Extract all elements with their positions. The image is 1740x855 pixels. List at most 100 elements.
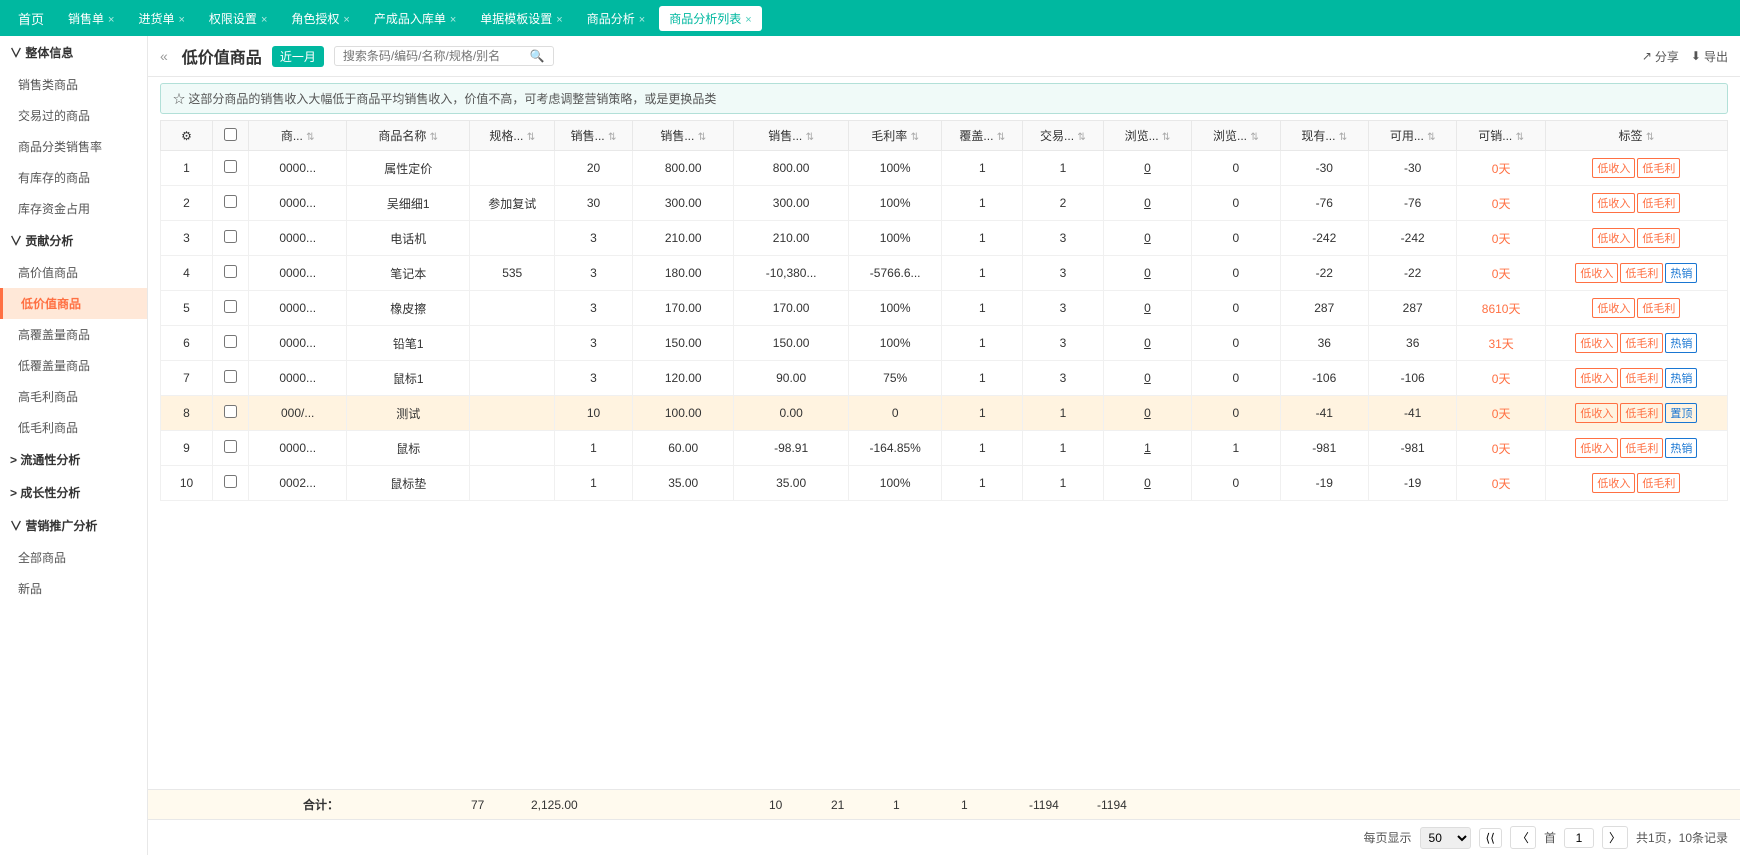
sidebar-item-high-coverage[interactable]: 高覆盖量商品 — [0, 319, 147, 350]
cell-checkbox[interactable] — [213, 221, 249, 256]
sidebar-item-new-goods[interactable]: 新品 — [0, 573, 147, 604]
sidebar-item-high-value[interactable]: 高价值商品 — [0, 257, 147, 288]
close-analysis-list-icon[interactable]: × — [745, 14, 751, 26]
sidebar-item-low-margin[interactable]: 低毛利商品 — [0, 412, 147, 443]
row-checkbox[interactable] — [224, 230, 237, 243]
export-button[interactable]: ⬇ 导出 — [1691, 48, 1728, 65]
cell-checkbox[interactable] — [213, 186, 249, 221]
cell-checkbox[interactable] — [213, 291, 249, 326]
nav-template[interactable]: 单据模板设置× — [470, 6, 572, 31]
browse1-link[interactable]: 0 — [1144, 196, 1151, 210]
cell-browse1[interactable]: 1 — [1103, 431, 1191, 466]
sidebar-group-liquidity[interactable]: > 流通性分析 — [0, 443, 147, 476]
cell-checkbox[interactable] — [213, 396, 249, 431]
col-browse2[interactable]: 浏览... ⇅ — [1192, 121, 1280, 151]
col-spec[interactable]: 规格... ⇅ — [470, 121, 555, 151]
cell-checkbox[interactable] — [213, 256, 249, 291]
first-page-button[interactable]: ⟨⟨ — [1479, 828, 1502, 848]
close-role-icon[interactable]: × — [343, 14, 349, 26]
sidebar-item-all-goods[interactable]: 全部商品 — [0, 542, 147, 573]
nav-home[interactable]: 首页 — [8, 5, 54, 32]
sidebar-group-contribution[interactable]: ∨ 贡献分析 — [0, 224, 147, 257]
col-current[interactable]: 现有... ⇅ — [1280, 121, 1368, 151]
sidebar-item-high-margin[interactable]: 高毛利商品 — [0, 381, 147, 412]
col-code[interactable]: 商... ⇅ — [249, 121, 347, 151]
row-checkbox[interactable] — [224, 405, 237, 418]
select-all-checkbox[interactable] — [224, 128, 237, 141]
browse1-link[interactable]: 1 — [1144, 441, 1151, 455]
nav-analysis[interactable]: 商品分析× — [577, 6, 655, 31]
search-input[interactable] — [343, 49, 530, 63]
col-browse1[interactable]: 浏览... ⇅ — [1103, 121, 1191, 151]
sidebar-item-low-coverage[interactable]: 低覆盖量商品 — [0, 350, 147, 381]
close-sales-icon[interactable]: × — [108, 14, 114, 26]
next-page-button[interactable]: 〉 — [1602, 826, 1628, 849]
search-icon[interactable]: 🔍 — [530, 49, 545, 63]
nav-product-in[interactable]: 产成品入库单× — [364, 6, 466, 31]
col-available[interactable]: 可用... ⇅ — [1368, 121, 1456, 151]
cell-checkbox[interactable] — [213, 466, 249, 501]
collapse-sidebar-button[interactable]: « — [160, 48, 168, 64]
sidebar-item-low-value[interactable]: 低价值商品 — [0, 288, 147, 319]
sidebar-group-marketing[interactable]: ∨ 营销推广分析 — [0, 509, 147, 542]
row-checkbox[interactable] — [224, 195, 237, 208]
cell-browse1[interactable]: 0 — [1103, 326, 1191, 361]
nav-purchase[interactable]: 进货单× — [128, 6, 194, 31]
col-checkbox[interactable] — [213, 121, 249, 151]
col-sales2[interactable]: 销售... ⇅ — [734, 121, 848, 151]
nav-analysis-list[interactable]: 商品分析列表× — [659, 6, 761, 31]
browse1-link[interactable]: 0 — [1144, 476, 1151, 490]
page-size-select[interactable]: 50 20 100 — [1420, 827, 1471, 849]
row-checkbox[interactable] — [224, 440, 237, 453]
row-checkbox[interactable] — [224, 370, 237, 383]
cell-browse1[interactable]: 0 — [1103, 186, 1191, 221]
close-permission-icon[interactable]: × — [261, 14, 267, 26]
col-qty[interactable]: 销售... ⇅ — [554, 121, 632, 151]
date-filter-badge[interactable]: 近一月 — [272, 46, 324, 67]
close-product-in-icon[interactable]: × — [450, 14, 456, 26]
nav-sales[interactable]: 销售单× — [58, 6, 124, 31]
cell-checkbox[interactable] — [213, 361, 249, 396]
sidebar-group-overall[interactable]: ∨ 整体信息 — [0, 36, 147, 69]
row-checkbox[interactable] — [224, 160, 237, 173]
sidebar-item-category-rate[interactable]: 商品分类销售率 — [0, 131, 147, 162]
col-trade[interactable]: 交易... ⇅ — [1023, 121, 1104, 151]
sidebar-group-growth[interactable]: > 成长性分析 — [0, 476, 147, 509]
close-analysis-icon[interactable]: × — [639, 14, 645, 26]
cell-checkbox[interactable] — [213, 326, 249, 361]
cell-browse1[interactable]: 0 — [1103, 396, 1191, 431]
row-checkbox[interactable] — [224, 300, 237, 313]
close-template-icon[interactable]: × — [556, 14, 562, 26]
col-rate[interactable]: 毛利率 ⇅ — [848, 121, 942, 151]
col-sales1[interactable]: 销售... ⇅ — [633, 121, 734, 151]
cell-browse1[interactable]: 0 — [1103, 256, 1191, 291]
sidebar-item-stocked-goods[interactable]: 有库存的商品 — [0, 162, 147, 193]
browse1-link[interactable]: 0 — [1144, 231, 1151, 245]
browse1-link[interactable]: 0 — [1144, 161, 1151, 175]
browse1-link[interactable]: 0 — [1144, 266, 1151, 280]
row-checkbox[interactable] — [224, 475, 237, 488]
col-saleable[interactable]: 可销... ⇅ — [1457, 121, 1545, 151]
close-purchase-icon[interactable]: × — [178, 14, 184, 26]
col-settings[interactable]: ⚙ — [161, 121, 213, 151]
browse1-link[interactable]: 0 — [1144, 336, 1151, 350]
sidebar-item-stock-funds[interactable]: 库存资金占用 — [0, 193, 147, 224]
cell-browse1[interactable]: 0 — [1103, 291, 1191, 326]
cell-checkbox[interactable] — [213, 431, 249, 466]
page-number-input[interactable] — [1564, 828, 1594, 848]
sidebar-item-sales-goods[interactable]: 销售类商品 — [0, 69, 147, 100]
cell-checkbox[interactable] — [213, 151, 249, 186]
row-checkbox[interactable] — [224, 265, 237, 278]
nav-role[interactable]: 角色授权× — [281, 6, 359, 31]
cell-browse1[interactable]: 0 — [1103, 361, 1191, 396]
cell-browse1[interactable]: 0 — [1103, 221, 1191, 256]
prev-page-button[interactable]: 〈 — [1510, 826, 1536, 849]
cell-browse1[interactable]: 0 — [1103, 466, 1191, 501]
col-name[interactable]: 商品名称 ⇅ — [346, 121, 470, 151]
col-cover[interactable]: 覆盖... ⇅ — [942, 121, 1023, 151]
row-checkbox[interactable] — [224, 335, 237, 348]
share-button[interactable]: ↗ 分享 — [1642, 48, 1679, 65]
table-wrapper[interactable]: ⚙ 商... ⇅ 商品名称 ⇅ 规格... ⇅ 销售... ⇅ 销售... ⇅ … — [148, 120, 1740, 789]
browse1-link[interactable]: 0 — [1144, 371, 1151, 385]
cell-browse1[interactable]: 0 — [1103, 151, 1191, 186]
